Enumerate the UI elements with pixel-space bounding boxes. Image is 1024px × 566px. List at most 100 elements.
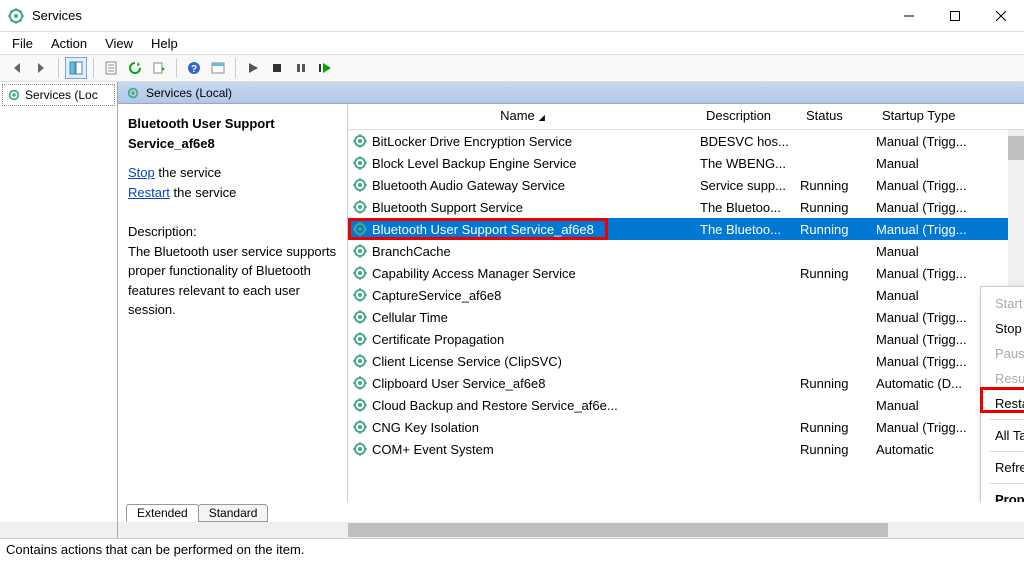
separator (235, 58, 236, 78)
gear-icon (352, 155, 368, 171)
toolbar: ? (0, 54, 1024, 82)
service-status: Running (800, 376, 876, 391)
menu-action[interactable]: Action (43, 34, 95, 53)
gear-icon (352, 441, 368, 457)
stop-service-button[interactable] (266, 57, 288, 79)
view-tabs: Extended Standard (118, 502, 1024, 522)
ctx-pause: Pause (981, 341, 1024, 366)
separator (58, 58, 59, 78)
service-row[interactable]: Client License Service (ClipSVC)Manual (… (348, 350, 1024, 372)
service-startup: Automatic (876, 442, 986, 457)
service-row[interactable]: Bluetooth Support ServiceThe Bluetoo...R… (348, 196, 1024, 218)
export-button[interactable] (148, 57, 170, 79)
service-status: Running (800, 222, 876, 237)
service-status: Running (800, 266, 876, 281)
service-row[interactable]: Bluetooth User Support Service_af6e8The … (348, 218, 1024, 240)
menu-help[interactable]: Help (143, 34, 186, 53)
pause-service-button[interactable] (290, 57, 312, 79)
tree-item-services[interactable]: Services (Loc (2, 84, 115, 106)
service-row[interactable]: Capability Access Manager ServiceRunning… (348, 262, 1024, 284)
service-name: CaptureService_af6e8 (372, 288, 700, 303)
header-label: Services (Local) (146, 86, 232, 100)
properties-button[interactable] (100, 57, 122, 79)
gear-icon (352, 375, 368, 391)
service-startup: Manual (Trigg... (876, 354, 986, 369)
service-startup: Automatic (D... (876, 376, 986, 391)
forward-button[interactable] (30, 57, 52, 79)
service-status: Running (800, 178, 876, 193)
service-row[interactable]: Cellular TimeManual (Trigg... (348, 306, 1024, 328)
separator (989, 483, 1024, 484)
ctx-all-tasks[interactable]: All Tasks› (981, 423, 1024, 448)
header-bar: Services (Local) (118, 82, 1024, 104)
gear-icon (352, 133, 368, 149)
start-service-button[interactable] (242, 57, 264, 79)
column-description[interactable]: Description (698, 104, 798, 129)
service-startup: Manual (Trigg... (876, 310, 986, 325)
ctx-start: Start (981, 291, 1024, 316)
description-text: The Bluetooth user service supports prop… (128, 242, 337, 320)
service-row[interactable]: Certificate PropagationManual (Trigg... (348, 328, 1024, 350)
service-row[interactable]: CNG Key IsolationRunningManual (Trigg... (348, 416, 1024, 438)
column-status[interactable]: Status (798, 104, 874, 129)
restart-link[interactable]: Restart (128, 185, 170, 200)
service-row[interactable]: Clipboard User Service_af6e8RunningAutom… (348, 372, 1024, 394)
ctx-properties[interactable]: Properties (981, 487, 1024, 502)
service-startup: Manual (876, 244, 986, 259)
service-row[interactable]: Block Level Backup Engine ServiceThe WBE… (348, 152, 1024, 174)
service-name: Cloud Backup and Restore Service_af6e... (372, 398, 700, 413)
column-headers: Name◢ Description Status Startup Type (348, 104, 1024, 130)
service-row[interactable]: BranchCache Manual (348, 240, 1024, 262)
service-name: Bluetooth User Support Service_af6e8 (372, 222, 700, 237)
close-button[interactable] (978, 0, 1024, 32)
gear-icon (352, 199, 368, 215)
service-startup: Manual (Trigg... (876, 178, 986, 193)
service-name: BranchCache (372, 244, 700, 259)
back-button[interactable] (6, 57, 28, 79)
service-name: Block Level Backup Engine Service (372, 156, 700, 171)
service-description: Service supp... (700, 178, 800, 193)
context-menu: Start Stop Pause Resume Restart All Task… (980, 286, 1024, 502)
restart-service-button[interactable] (314, 57, 336, 79)
service-row[interactable]: Bluetooth Audio Gateway ServiceService s… (348, 174, 1024, 196)
tree-item-label: Services (Loc (25, 88, 98, 102)
service-action-restart: Restart the service (128, 183, 337, 203)
main-area: Services (Loc Services (Local) Bluetooth… (0, 82, 1024, 522)
service-description: The Bluetoo... (700, 200, 800, 215)
ctx-restart[interactable]: Restart (981, 391, 1024, 416)
gear-icon (7, 88, 21, 102)
horizontal-scrollbar[interactable] (0, 522, 1024, 538)
service-status: Running (800, 420, 876, 435)
service-description: BDESVC hos... (700, 134, 800, 149)
minimize-button[interactable] (886, 0, 932, 32)
service-row[interactable]: Cloud Backup and Restore Service_af6e...… (348, 394, 1024, 416)
ctx-stop[interactable]: Stop (981, 316, 1024, 341)
service-startup: Manual (Trigg... (876, 134, 986, 149)
column-startup[interactable]: Startup Type (874, 104, 984, 129)
toolbar-icon[interactable] (207, 57, 229, 79)
help-button[interactable]: ? (183, 57, 205, 79)
service-description: The WBENG... (700, 156, 800, 171)
show-hide-tree-button[interactable] (65, 57, 87, 79)
separator (989, 419, 1024, 420)
menu-view[interactable]: View (97, 34, 141, 53)
statusbar: Contains actions that can be performed o… (0, 538, 1024, 560)
console-tree: Services (Loc (0, 82, 118, 522)
service-startup: Manual (876, 156, 986, 171)
ctx-resume: Resume (981, 366, 1024, 391)
separator (989, 451, 1024, 452)
column-name[interactable]: Name◢ (348, 104, 698, 129)
ctx-refresh[interactable]: Refresh (981, 455, 1024, 480)
service-row[interactable]: COM+ Event SystemRunningAutomatic (348, 438, 1024, 460)
tab-standard[interactable]: Standard (198, 504, 269, 522)
service-row[interactable]: BitLocker Drive Encryption ServiceBDESVC… (348, 130, 1024, 152)
refresh-button[interactable] (124, 57, 146, 79)
menu-file[interactable]: File (4, 34, 41, 53)
maximize-button[interactable] (932, 0, 978, 32)
service-startup: Manual (Trigg... (876, 332, 986, 347)
content-area: Bluetooth User Support Service_af6e8 Sto… (118, 104, 1024, 502)
stop-link[interactable]: Stop (128, 165, 155, 180)
tab-extended[interactable]: Extended (126, 504, 199, 522)
service-row[interactable]: CaptureService_af6e8Manual (348, 284, 1024, 306)
gear-icon (352, 353, 368, 369)
